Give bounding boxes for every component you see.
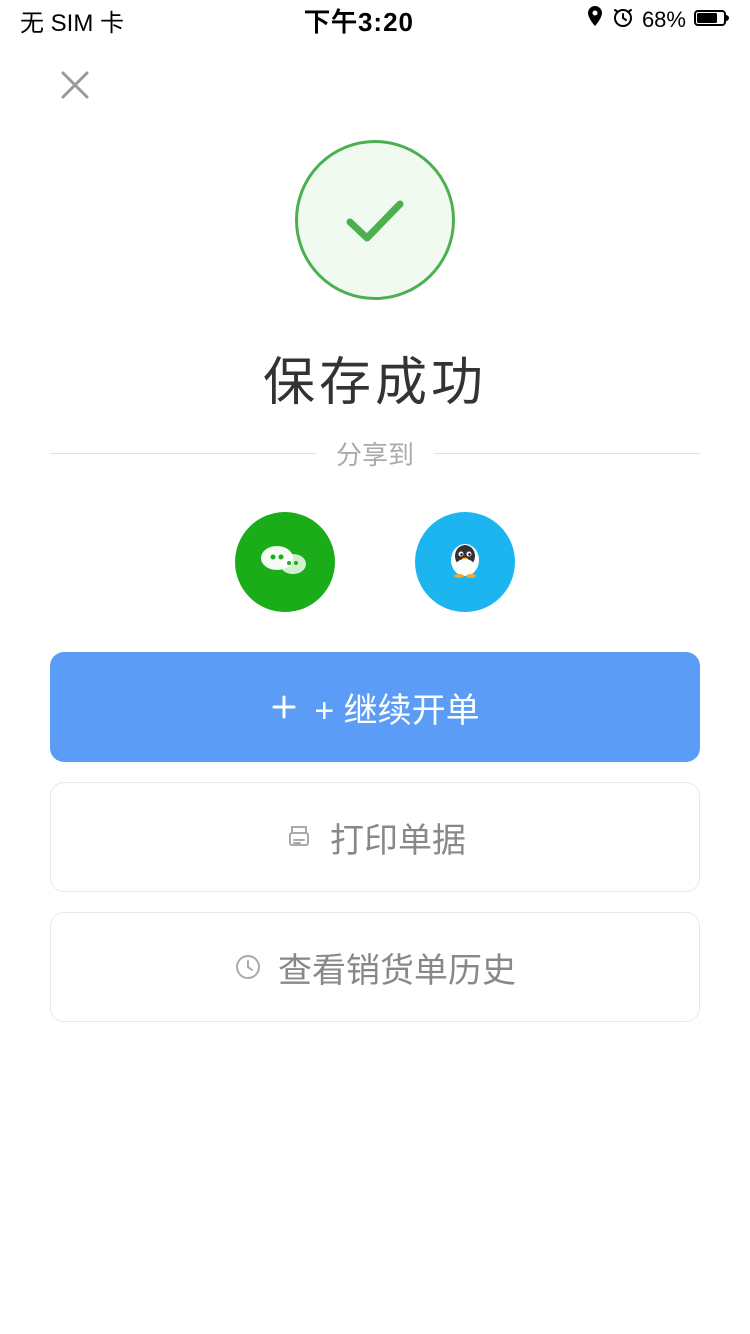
- share-label: 分享到: [336, 435, 414, 472]
- history-label: 查看销货单历史: [278, 943, 516, 992]
- plus-icon: [270, 693, 298, 721]
- close-button[interactable]: [50, 60, 100, 110]
- history-icon: [234, 953, 262, 981]
- share-icons: [235, 512, 515, 612]
- print-button[interactable]: 打印单据: [50, 782, 700, 892]
- share-divider: 分享到: [50, 435, 700, 472]
- battery-icon: [694, 7, 730, 33]
- status-right: 68%: [586, 6, 730, 34]
- divider-left: [50, 453, 316, 454]
- wechat-share-button[interactable]: [235, 512, 335, 612]
- share-section: 分享到: [50, 435, 700, 612]
- qq-share-button[interactable]: [415, 512, 515, 612]
- actions-section: + 继续开单 打印单据 查看销货单历史: [50, 652, 700, 1022]
- success-section: 保存成功: [263, 140, 487, 415]
- print-label: 打印单据: [330, 813, 466, 862]
- status-time: 下午3:20: [304, 2, 414, 39]
- continue-button[interactable]: + 继续开单: [50, 652, 700, 762]
- status-carrier: 无 SIM 卡: [20, 3, 132, 38]
- main-content: 保存成功 分享到: [0, 40, 750, 1334]
- history-button[interactable]: 查看销货单历史: [50, 912, 700, 1022]
- status-bar: 无 SIM 卡 下午3:20 68%: [0, 0, 750, 40]
- continue-label: + 继续开单: [314, 683, 479, 732]
- divider-right: [434, 453, 700, 454]
- success-icon-circle: [295, 140, 455, 300]
- success-title: 保存成功: [263, 340, 487, 415]
- battery-text: 68%: [642, 7, 686, 33]
- location-icon: [586, 6, 604, 34]
- print-icon: [284, 823, 314, 851]
- carrier-text: 无 SIM 卡: [20, 3, 124, 38]
- alarm-icon: [612, 6, 634, 34]
